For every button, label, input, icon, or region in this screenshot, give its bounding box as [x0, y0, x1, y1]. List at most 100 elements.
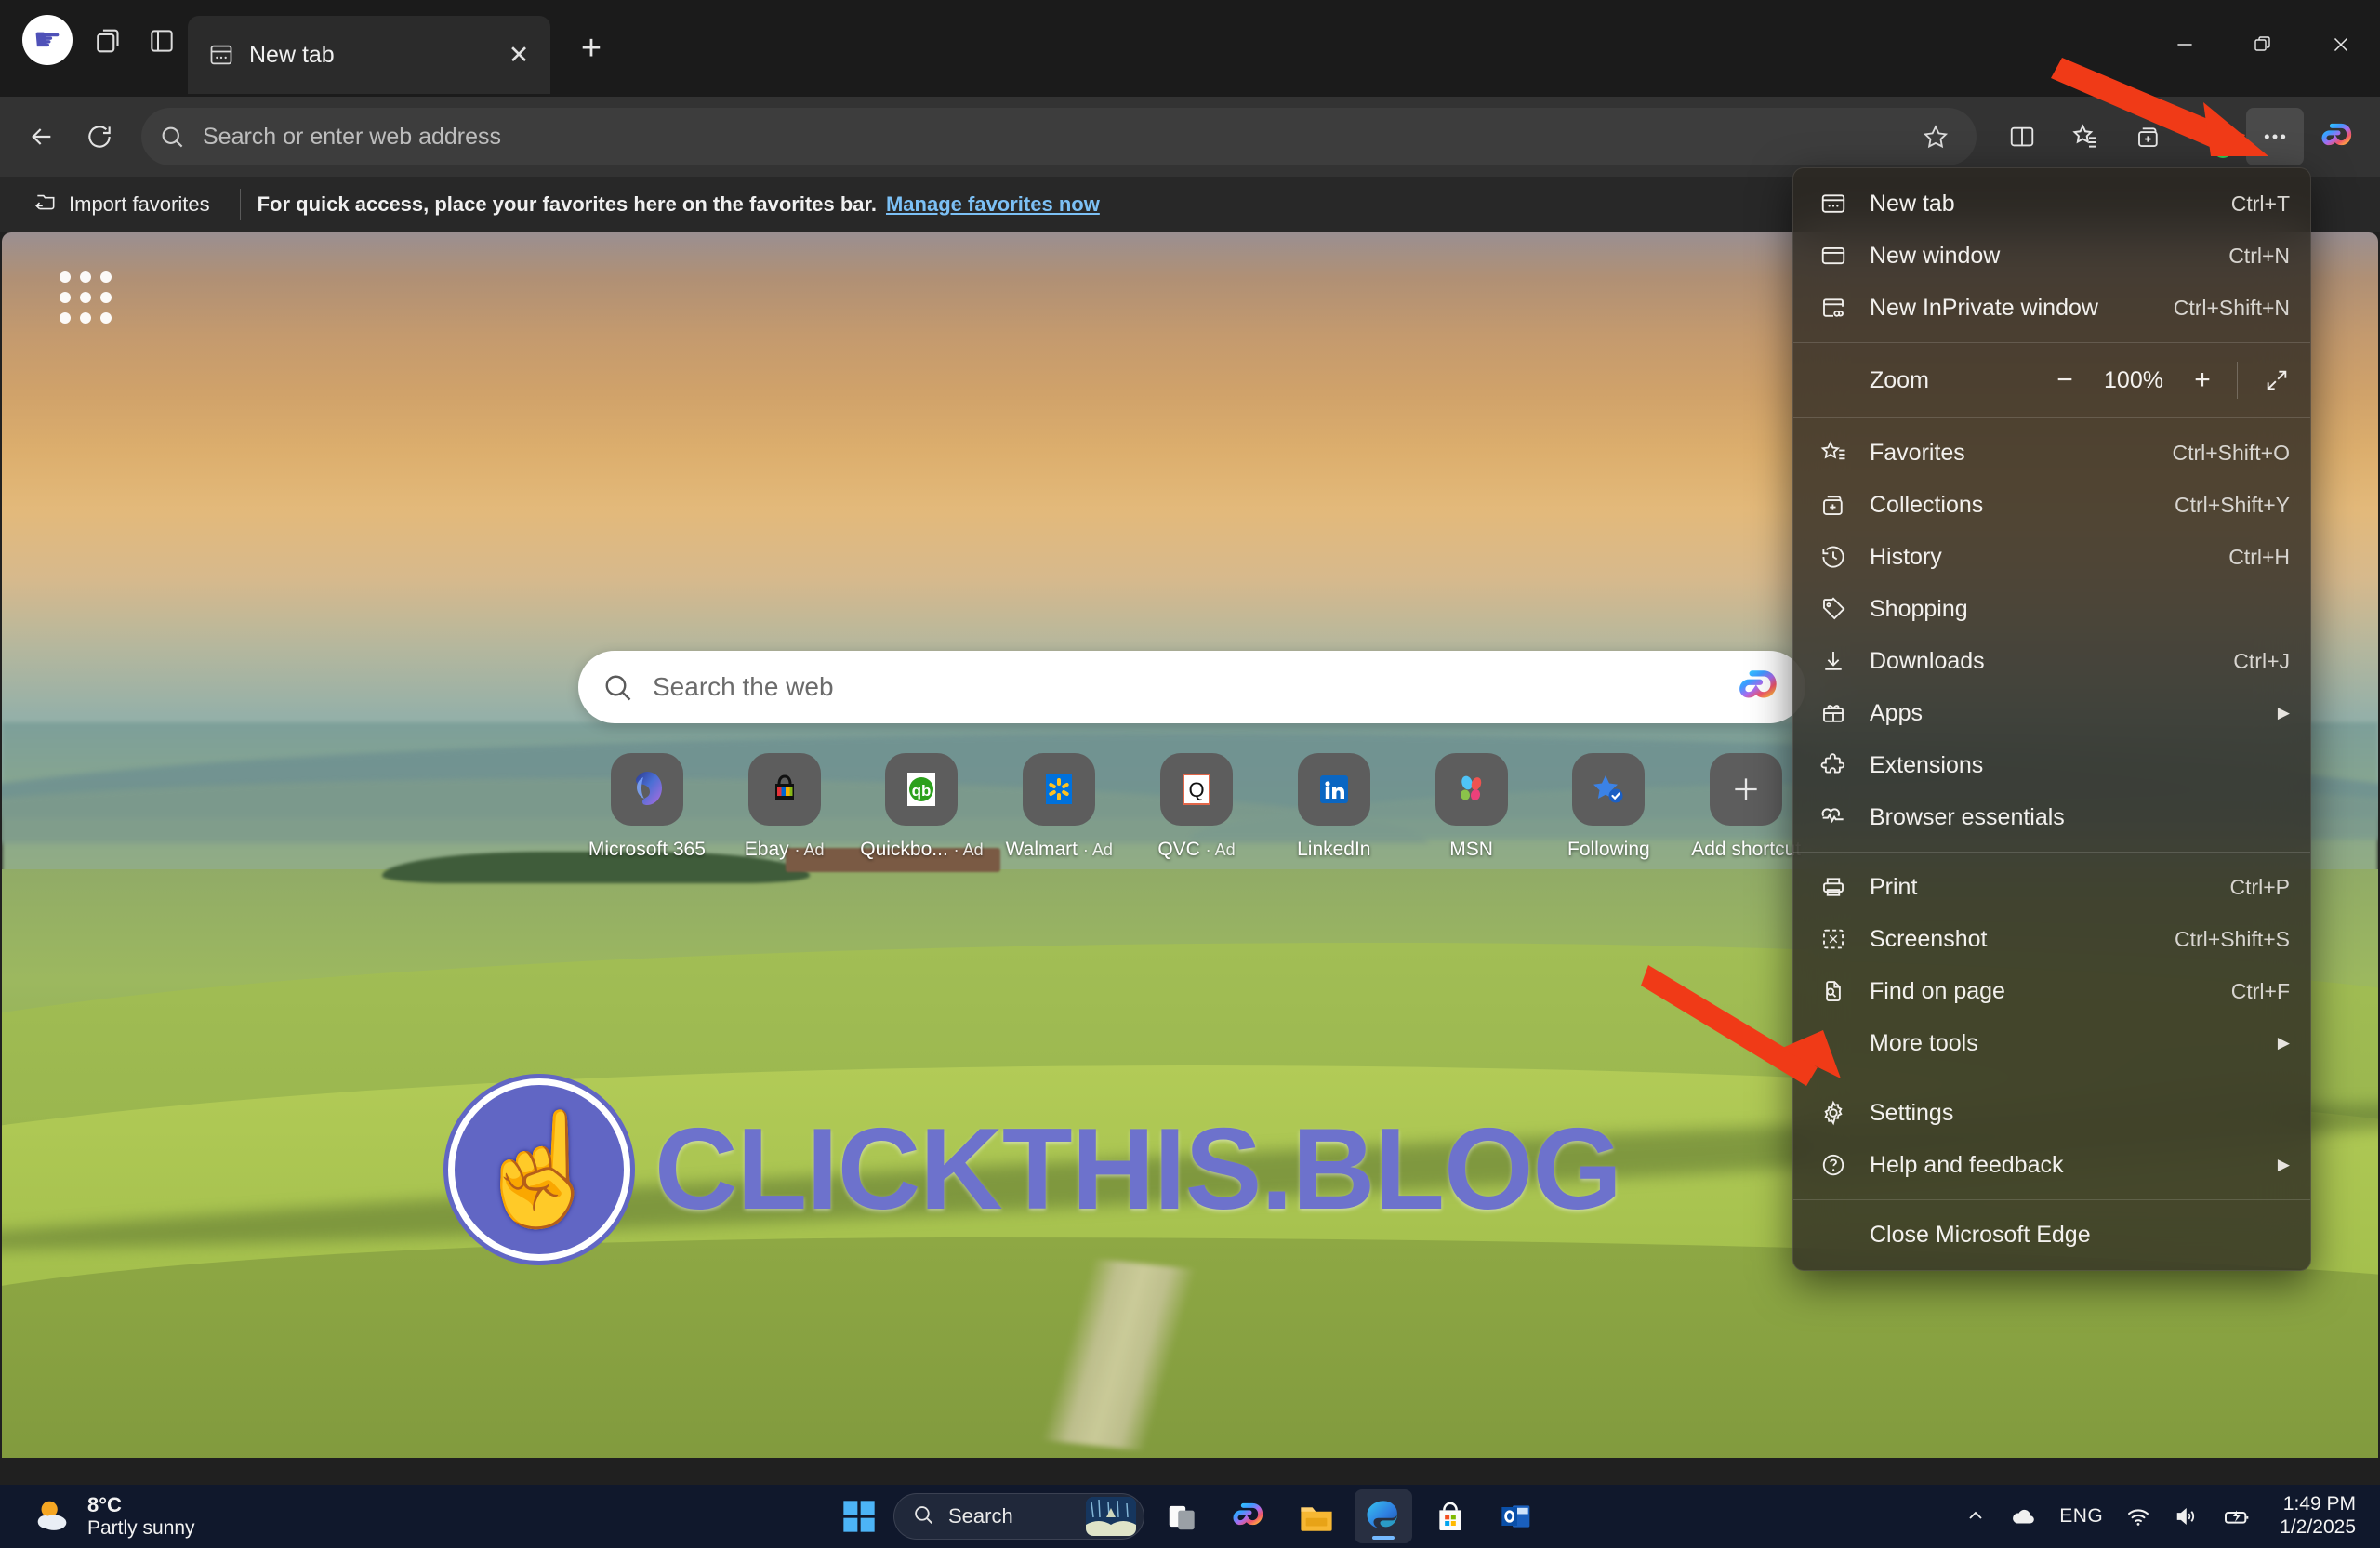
menu-item-label: History [1870, 543, 1942, 570]
manage-favorites-link[interactable]: Manage favorites now [886, 192, 1100, 217]
copilot-icon[interactable] [1737, 664, 1783, 710]
collections-icon[interactable] [2120, 108, 2177, 165]
menu-item-new-tab[interactable]: New tab Ctrl+T [1793, 178, 2310, 230]
menu-item-label: Screenshot [1870, 925, 1988, 952]
edge-profile-avatar[interactable]: ☛ [22, 15, 73, 65]
find-on-page-icon [1818, 975, 1849, 1007]
watermark-text: CLICKTHIS.BLOG [654, 1105, 1622, 1234]
zoom-in-button[interactable]: + [2174, 355, 2231, 405]
menu-item-shopping[interactable]: Shopping [1793, 583, 2310, 635]
clock-date: 1/2/2025 [2280, 1516, 2356, 1538]
menu-item-help-and-feedback[interactable]: Help and feedback ▶ [1793, 1139, 2310, 1191]
shortcut-microsoft-365[interactable]: Microsoft 365 [578, 753, 716, 861]
menu-item-new-window[interactable]: New window Ctrl+N [1793, 230, 2310, 282]
shortcut-linkedin[interactable]: LinkedIn [1265, 753, 1403, 861]
menu-item-favorites[interactable]: Favorites Ctrl+Shift+O [1793, 427, 2310, 479]
menu-item-history[interactable]: History Ctrl+H [1793, 531, 2310, 583]
onedrive-cloud-icon[interactable] [2009, 1502, 2037, 1530]
new-tab-button[interactable]: + [565, 22, 617, 74]
add-favorite-icon[interactable] [1911, 112, 1960, 161]
menu-item-label: Close Microsoft Edge [1870, 1221, 2091, 1248]
minimize-button[interactable] [2146, 0, 2224, 89]
shortcut-ebay[interactable]: Ebay · Ad [716, 753, 853, 861]
browser-tab[interactable]: New tab ✕ [188, 16, 550, 94]
microsoft-store-button[interactable] [1421, 1489, 1479, 1543]
collections-icon [1818, 489, 1849, 521]
menu-item-apps[interactable]: Apps ▶ [1793, 687, 2310, 739]
apps-icon [1818, 697, 1849, 729]
address-bar[interactable]: Search or enter web address [141, 108, 1977, 165]
menu-item-browser-essentials[interactable]: Browser essentials [1793, 791, 2310, 843]
start-button[interactable] [834, 1491, 884, 1541]
language-indicator[interactable]: ENG [2059, 1505, 2103, 1528]
menu-item-label: New InPrivate window [1870, 294, 2098, 321]
menu-item-label: Extensions [1870, 751, 1984, 778]
favorites-hint: For quick access, place your favorites h… [257, 192, 877, 216]
chevron-right-icon: ▶ [2277, 1156, 2290, 1173]
qvc-icon: Q [1160, 753, 1234, 826]
favorites-icon[interactable] [2056, 108, 2114, 165]
menu-item-label: Settings [1870, 1099, 1954, 1126]
shortcut-qvc[interactable]: Q QVC · Ad [1128, 753, 1265, 861]
refresh-button[interactable] [71, 108, 128, 165]
split-screen-icon[interactable] [1993, 108, 2051, 165]
page-apps-grid-icon[interactable] [60, 271, 112, 324]
menu-item-find-on-page[interactable]: Find on page Ctrl+F [1793, 965, 2310, 1017]
show-hidden-icons-chevron-icon[interactable] [1964, 1505, 1987, 1528]
taskbar-search-box[interactable]: Search [893, 1493, 1144, 1540]
close-window-button[interactable] [2302, 0, 2380, 89]
shortcut-quickbooks[interactable]: qb Quickbo... · Ad [853, 753, 991, 861]
menu-item-collections[interactable]: Collections Ctrl+Shift+Y [1793, 479, 2310, 531]
shortcut-walmart[interactable]: Walmart · Ad [990, 753, 1128, 861]
page-search-input[interactable]: Search the web [653, 672, 1718, 702]
menu-item-new-inprivate-window[interactable]: New InPrivate window Ctrl+Shift+N [1793, 282, 2310, 334]
import-favorites-label: Import favorites [69, 192, 210, 216]
file-explorer-button[interactable] [1288, 1489, 1345, 1543]
shortcut-msn[interactable]: MSN [1403, 753, 1540, 861]
close-tab-icon[interactable]: ✕ [500, 36, 537, 73]
split-pane-icon[interactable] [136, 15, 188, 67]
back-button[interactable] [13, 108, 71, 165]
taskbar-weather-widget[interactable]: 8°C Partly sunny [0, 1493, 400, 1539]
fullscreen-button[interactable] [2243, 355, 2310, 405]
address-input[interactable]: Search or enter web address [203, 124, 1895, 151]
copilot-icon[interactable] [2309, 108, 2367, 165]
menu-item-extensions[interactable]: Extensions [1793, 739, 2310, 791]
watermark: ☝ CLICKTHIS.BLOG [448, 1078, 1622, 1261]
menu-item-settings[interactable]: Settings [1793, 1087, 2310, 1139]
chevron-right-icon: ▶ [2277, 1034, 2290, 1052]
outlook-button[interactable] [1488, 1489, 1546, 1543]
menu-item-close-microsoft-edge[interactable]: Close Microsoft Edge [1793, 1209, 2310, 1261]
menu-separator [1793, 342, 2310, 343]
extensions-icon [1818, 749, 1849, 781]
page-search-box[interactable]: Search the web [578, 651, 1805, 723]
taskbar-search-input[interactable]: Search [948, 1504, 1073, 1528]
volume-icon[interactable] [2174, 1503, 2200, 1529]
taskbar-center-group: Search [834, 1489, 1546, 1543]
wifi-icon[interactable] [2125, 1503, 2151, 1529]
microsoft-edge-button[interactable] [1355, 1489, 1412, 1543]
browser-essentials-icon[interactable] [2183, 108, 2241, 165]
clock[interactable]: 1:49 PM 1/2/2025 [2280, 1493, 2356, 1540]
shortcut-following[interactable]: Following [1540, 753, 1677, 861]
menu-item-print[interactable]: Print Ctrl+P [1793, 861, 2310, 913]
new-tab-icon [1818, 188, 1849, 219]
menu-item-more-tools[interactable]: More tools ▶ [1793, 1017, 2310, 1069]
shortcut-label: LinkedIn [1297, 839, 1371, 860]
import-favorites-button[interactable]: Import favorites [20, 184, 223, 225]
settings-and-more-button[interactable] [2246, 108, 2304, 165]
restore-button[interactable] [2224, 0, 2302, 89]
taskbar-copilot-button[interactable] [1221, 1489, 1278, 1543]
battery-charging-icon[interactable] [2222, 1502, 2252, 1531]
zoom-out-button[interactable]: − [2036, 355, 2094, 405]
tab-title: New tab [249, 41, 335, 68]
menu-item-shortcut: Ctrl+T [2230, 191, 2290, 216]
menu-item-screenshot[interactable]: Screenshot Ctrl+Shift+S [1793, 913, 2310, 965]
import-favorites-icon [33, 190, 58, 219]
tab-actions-icon[interactable] [84, 15, 136, 67]
weather-text: 8°C Partly sunny [87, 1493, 195, 1539]
task-view-button[interactable] [1154, 1489, 1211, 1543]
settings-gear-icon [1818, 1097, 1849, 1129]
menu-item-downloads[interactable]: Downloads Ctrl+J [1793, 635, 2310, 687]
svg-text:qb: qb [912, 782, 932, 800]
